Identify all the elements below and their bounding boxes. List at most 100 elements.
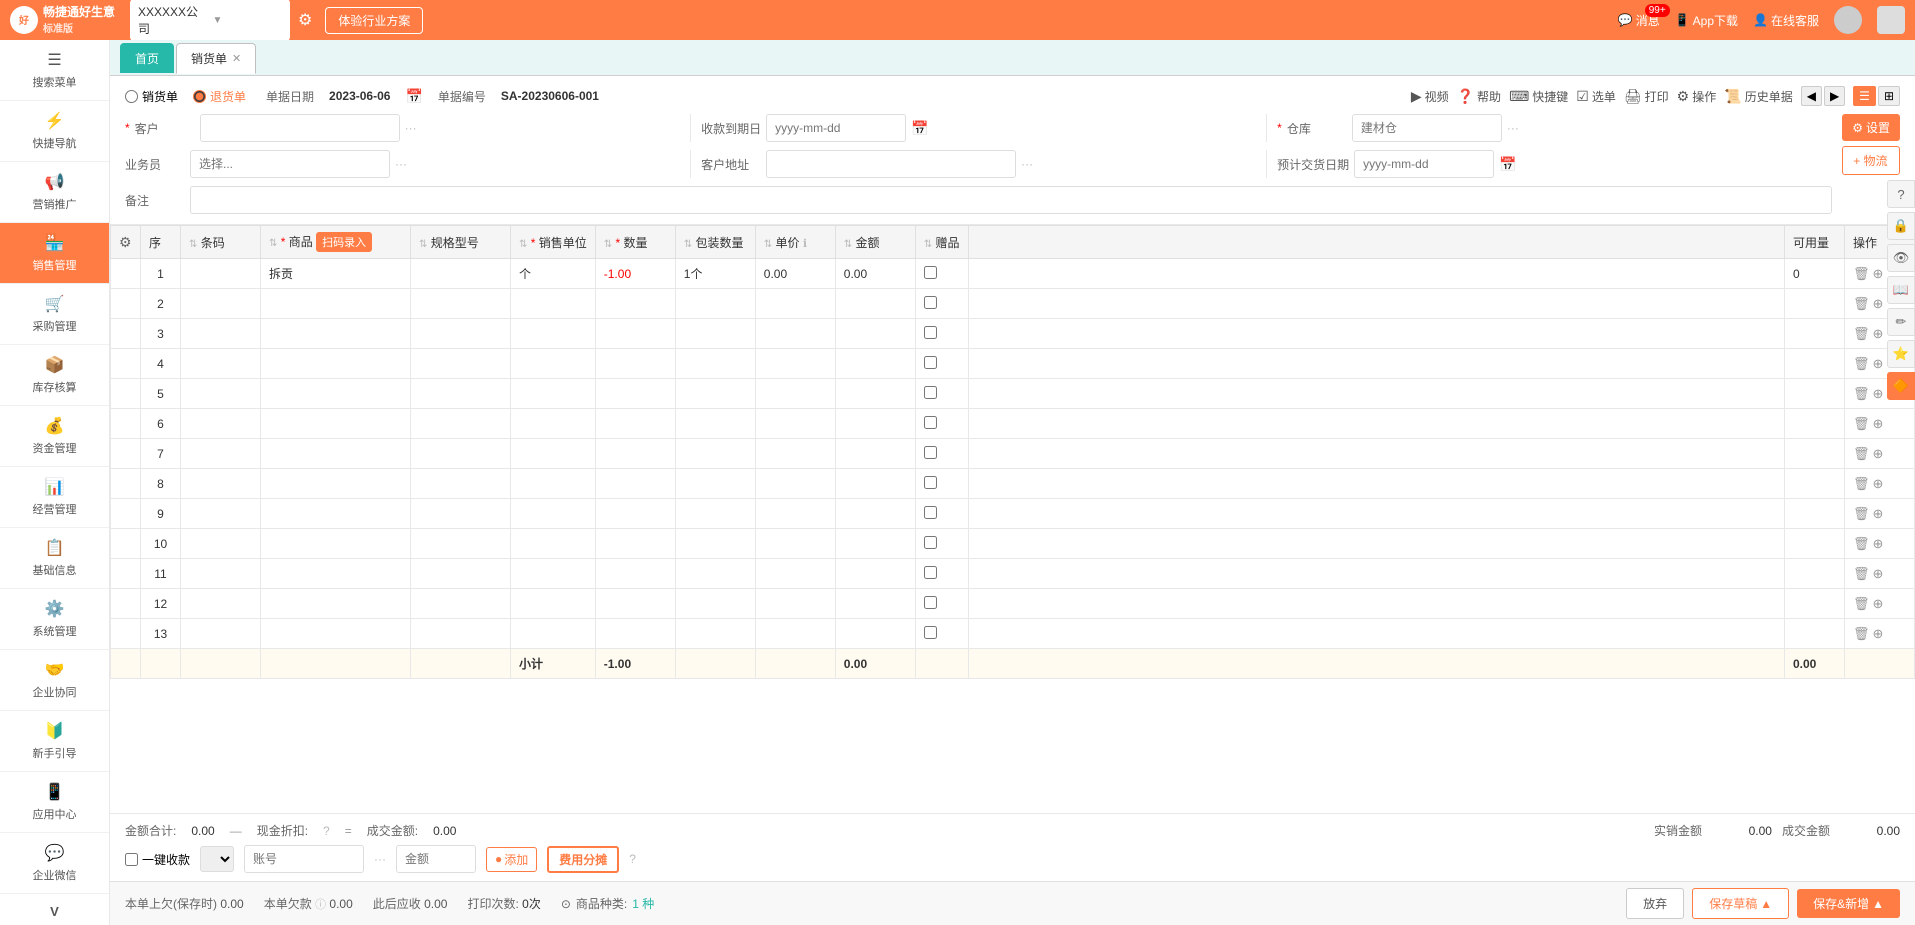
gift-checkbox-12[interactable] xyxy=(924,596,937,609)
save-draft-button[interactable]: 保存草稿 ▲ xyxy=(1692,888,1789,919)
due-date-calendar-icon[interactable]: 📅 xyxy=(911,120,928,137)
sidebar-item-app-center[interactable]: 📱 应用中心 xyxy=(0,772,109,833)
sidebar-item-cooperation[interactable]: 🤝 企业协同 xyxy=(0,650,109,711)
delete-icon-10[interactable]: 🗑 xyxy=(1853,536,1870,552)
gift-checkbox-6[interactable] xyxy=(924,416,937,429)
customer-more-icon[interactable]: ··· xyxy=(405,121,417,135)
delete-icon-7[interactable]: 🗑 xyxy=(1853,446,1870,462)
payment-checkbox[interactable] xyxy=(125,853,138,866)
copy-icon-8[interactable]: ⊕ xyxy=(1873,476,1884,492)
toolbar-video[interactable]: ▶ 视频 xyxy=(1411,88,1449,105)
tab-home[interactable]: 首页 xyxy=(120,43,174,73)
delete-icon-13[interactable]: 🗑 xyxy=(1853,626,1870,642)
logistics-button[interactable]: + 物流 xyxy=(1842,146,1900,175)
settings-icon[interactable]: ⚙ xyxy=(298,10,312,30)
gift-checkbox-1[interactable] xyxy=(924,266,937,279)
copy-icon-7[interactable]: ⊕ xyxy=(1873,446,1884,462)
abandon-button[interactable]: 放弃 xyxy=(1626,888,1684,919)
gift-checkbox-3[interactable] xyxy=(924,326,937,339)
price-info-icon[interactable]: ℹ xyxy=(803,238,807,250)
view-list-btn[interactable]: ☰ xyxy=(1853,86,1876,106)
add-button[interactable]: ● 添加 xyxy=(486,847,537,872)
cell-price-1[interactable]: 0.00 xyxy=(755,259,835,289)
settings-button[interactable]: ⚙ 设置 xyxy=(1842,114,1900,141)
gift-checkbox-2[interactable] xyxy=(924,296,937,309)
copy-icon-10[interactable]: ⊕ xyxy=(1873,536,1884,552)
delete-icon-8[interactable]: 🗑 xyxy=(1853,476,1870,492)
tab-close-icon[interactable]: ✕ xyxy=(232,52,241,65)
online-service-item[interactable]: 👤 在线客服 xyxy=(1753,12,1819,29)
nav-prev[interactable]: ◀ xyxy=(1801,86,1822,106)
delete-icon-1[interactable]: 🗑 xyxy=(1853,266,1870,282)
copy-icon-9[interactable]: ⊕ xyxy=(1873,506,1884,522)
sidebar-item-quick-nav[interactable]: ⚡ 快捷导航 xyxy=(0,101,109,162)
sidebar-item-wechat[interactable]: 💬 企业微信 xyxy=(0,833,109,894)
toolbar-operate[interactable]: ⚙ 操作 xyxy=(1677,88,1717,105)
warehouse-input[interactable] xyxy=(1352,114,1502,142)
copy-icon-2[interactable]: ⊕ xyxy=(1873,296,1884,312)
radio-sales-input[interactable] xyxy=(125,90,138,103)
gift-checkbox-4[interactable] xyxy=(924,356,937,369)
float-btn-1[interactable]: ? xyxy=(1887,180,1915,208)
gift-checkbox-7[interactable] xyxy=(924,446,937,459)
expected-date-input[interactable] xyxy=(1354,150,1494,178)
delete-icon-12[interactable]: 🗑 xyxy=(1853,596,1870,612)
cell-gift-1[interactable] xyxy=(915,259,968,289)
copy-icon-13[interactable]: ⊕ xyxy=(1873,626,1884,642)
copy-icon-6[interactable]: ⊕ xyxy=(1873,416,1884,432)
float-btn-3[interactable]: 👁 xyxy=(1887,244,1915,272)
delete-icon-9[interactable]: 🗑 xyxy=(1853,506,1870,522)
toolbar-shortcut[interactable]: ⌨ 快捷键 xyxy=(1509,88,1568,105)
sidebar-item-guide[interactable]: 🔰 新手引导 xyxy=(0,711,109,772)
app-download-item[interactable]: 📱 App下载 xyxy=(1675,12,1738,29)
settlement-method-select[interactable] xyxy=(200,846,234,872)
sidebar-item-basic-info[interactable]: 📋 基础信息 xyxy=(0,528,109,589)
copy-icon-3[interactable]: ⊕ xyxy=(1873,326,1884,342)
salesperson-input[interactable] xyxy=(190,150,390,178)
owed-info-icon[interactable]: ⓘ xyxy=(315,899,326,911)
trial-button[interactable]: 体验行业方案 xyxy=(325,7,423,34)
sidebar-item-marketing[interactable]: 📢 营销推广 xyxy=(0,162,109,223)
float-btn-7[interactable]: 🔶 xyxy=(1887,372,1915,400)
discount-help-icon[interactable]: ? xyxy=(323,824,330,838)
float-btn-2[interactable]: 🔒 xyxy=(1887,212,1915,240)
copy-icon-12[interactable]: ⊕ xyxy=(1873,596,1884,612)
copy-icon-5[interactable]: ⊕ xyxy=(1873,386,1884,402)
copy-icon-4[interactable]: ⊕ xyxy=(1873,356,1884,372)
toolbar-print[interactable]: 🖨 打印 xyxy=(1624,88,1669,105)
float-btn-5[interactable]: ✏ xyxy=(1887,308,1915,336)
sidebar-item-inventory[interactable]: 📦 库存核算 xyxy=(0,345,109,406)
gift-checkbox-11[interactable] xyxy=(924,566,937,579)
float-btn-4[interactable]: 📖 xyxy=(1887,276,1915,304)
sidebar-item-search[interactable]: ☰ 搜索菜单 xyxy=(0,40,109,101)
message-item[interactable]: 💬 消息 99+ xyxy=(1618,12,1660,29)
customer-address-input[interactable] xyxy=(766,150,1016,178)
copy-icon-1[interactable]: ⊕ xyxy=(1873,266,1884,282)
delete-icon-3[interactable]: 🗑 xyxy=(1853,326,1870,342)
scan-button[interactable]: 扫码录入 xyxy=(316,232,372,252)
cell-barcode-1[interactable] xyxy=(181,259,261,289)
toolbar-select[interactable]: ☑ 选单 xyxy=(1576,88,1616,105)
product-type-link[interactable]: 1 种 xyxy=(632,895,654,912)
gift-checkbox-13[interactable] xyxy=(924,626,937,639)
gift-checkbox-5[interactable] xyxy=(924,386,937,399)
radio-return[interactable]: 退货单 xyxy=(193,88,246,105)
due-date-input[interactable] xyxy=(766,114,906,142)
sidebar-item-operations[interactable]: 📊 经营管理 xyxy=(0,467,109,528)
salesperson-more-icon[interactable]: ··· xyxy=(395,157,407,171)
expected-calendar-icon[interactable]: 📅 xyxy=(1499,156,1516,173)
customer-input[interactable] xyxy=(200,114,400,142)
sidebar-item-finance[interactable]: 💰 资金管理 xyxy=(0,406,109,467)
delete-icon-11[interactable]: 🗑 xyxy=(1853,566,1870,582)
expense-help-icon[interactable]: ? xyxy=(629,852,636,866)
sidebar-item-sales[interactable]: 🏪 销售管理 xyxy=(0,223,109,284)
delete-icon-5[interactable]: 🗑 xyxy=(1853,386,1870,402)
user-menu[interactable] xyxy=(1877,6,1905,34)
toolbar-help[interactable]: ❓ 帮助 xyxy=(1457,88,1501,105)
gift-checkbox-9[interactable] xyxy=(924,506,937,519)
tab-sales-order[interactable]: 销货单 ✕ xyxy=(176,43,256,74)
delete-icon-6[interactable]: 🗑 xyxy=(1853,416,1870,432)
delete-icon-4[interactable]: 🗑 xyxy=(1853,356,1870,372)
save-new-button[interactable]: 保存&新增 ▲ xyxy=(1797,889,1900,918)
table-settings-gear[interactable]: ⚙ xyxy=(119,234,132,250)
